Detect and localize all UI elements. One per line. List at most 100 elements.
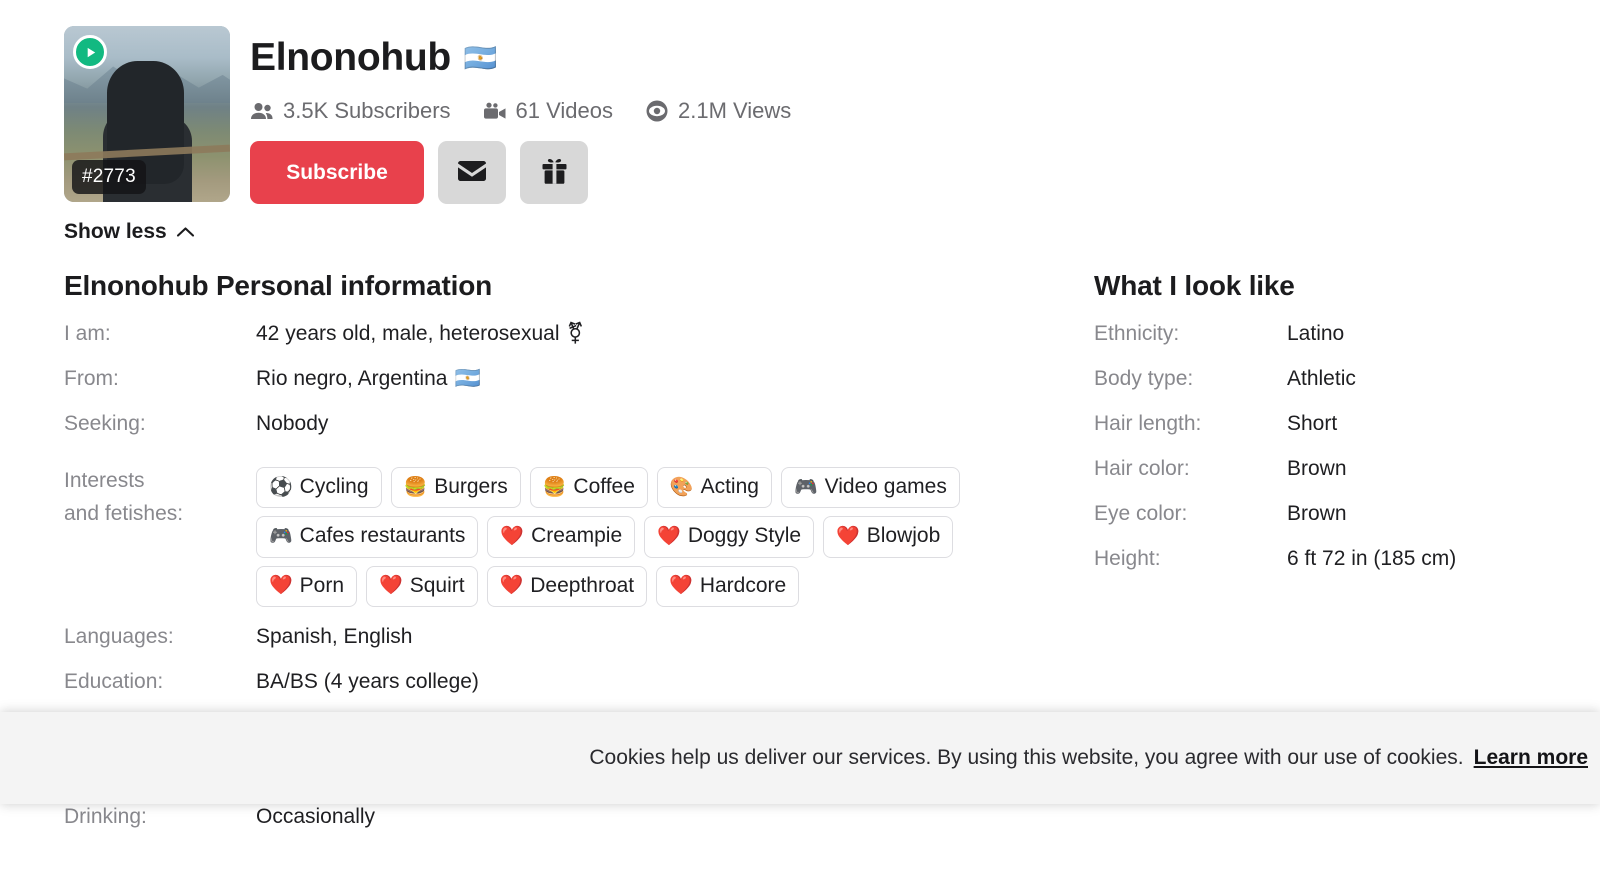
page-title: Elnonohub (250, 36, 451, 79)
interest-tag[interactable]: ⚽ Cycling (256, 467, 382, 509)
stat-videos: 61 Videos (483, 98, 613, 124)
info-row: Hair color: Brown (1094, 453, 1574, 498)
info-label: Height: (1094, 547, 1161, 570)
interest-tag[interactable]: 🍔 Coffee (529, 467, 648, 509)
info-row: Height: 6 ft 72 in (185 cm) (1094, 543, 1574, 588)
tag-label: Burgers (434, 475, 508, 498)
tag-label: Cycling (299, 475, 369, 498)
tag-emoji-icon: ❤️ (657, 525, 681, 547)
gift-icon (541, 158, 568, 188)
info-label: Education: (64, 669, 164, 693)
interest-tag[interactable]: 🍔 Burgers (390, 467, 521, 509)
tag-emoji-icon: 🎨 (669, 476, 694, 498)
interest-tag[interactable]: ❤️ Creampie (487, 516, 636, 558)
tag-emoji-icon: 🍔 (542, 476, 567, 498)
cookie-learn-more-link[interactable]: Learn more (1474, 746, 1588, 770)
interest-tag[interactable]: 🎮 Video games (780, 467, 960, 509)
tag-emoji-icon: 🍔 (403, 476, 428, 498)
tag-label: Hardcore (699, 573, 787, 597)
info-value: BA/BS (4 years college) (256, 669, 479, 693)
stat-subscribers: 3.5K Subscribers (250, 98, 451, 124)
tag-emoji-icon: ❤️ (500, 525, 525, 547)
channel-name-row: Elnonohub 🇦🇷 (250, 32, 791, 84)
tag-emoji-icon: 🎮 (793, 476, 818, 498)
tag-emoji-icon: ❤️ (269, 575, 293, 597)
avatar[interactable]: #2773 (64, 26, 230, 202)
profile-page: #2773 Elnonohub 🇦🇷 3.5K Subscribers 61 V… (0, 0, 1600, 880)
info-row: Hair length: Short (1094, 408, 1574, 453)
info-row-seeking: Seeking: Nobody (64, 408, 1054, 453)
info-value: Occasionally (256, 804, 376, 828)
info-row: Education: BA/BS (4 years college) (64, 666, 1054, 711)
tag-label: Cafes restaurants (299, 524, 466, 548)
info-row: Ethnicity: Latino (1094, 318, 1574, 363)
interest-tag[interactable]: ❤️ Squirt (366, 565, 478, 607)
tag-emoji-icon: ❤️ (379, 575, 403, 597)
gift-button[interactable] (520, 141, 588, 204)
info-label-line2: and fetishes: (64, 501, 184, 525)
tag-label: Video games (824, 475, 947, 498)
info-value: Brown (1287, 457, 1347, 480)
info-value: Nobody (256, 412, 329, 435)
info-row: Languages: Spanish, English (64, 621, 1054, 666)
videos-icon (483, 100, 507, 122)
tag-label: Squirt (409, 573, 465, 597)
stat-videos-label: 61 Videos (515, 98, 613, 123)
chevron-up-icon (176, 220, 195, 244)
interest-tag[interactable]: ❤️ Deepthroat (486, 565, 648, 607)
appearance-title: What I look like (1094, 270, 1295, 301)
tag-emoji-icon: ❤️ (669, 575, 693, 597)
action-row: Subscribe (250, 141, 791, 204)
message-button[interactable] (438, 141, 506, 204)
tag-label: Blowjob (866, 524, 941, 548)
info-value-text: 42 years old, male, heterosexual (256, 322, 560, 345)
stat-views-label: 2.1M Views (677, 98, 792, 123)
profile-header: #2773 Elnonohub 🇦🇷 3.5K Subscribers 61 V… (64, 26, 791, 204)
subscribers-icon (250, 100, 274, 122)
info-value: Latino (1287, 322, 1345, 345)
stats-row: 3.5K Subscribers 61 Videos 2.1M Views (250, 98, 791, 124)
interest-tag[interactable]: ❤️ Blowjob (823, 516, 954, 558)
info-row: Eye color: Brown (1094, 498, 1574, 543)
info-row: Body type: Athletic (1094, 363, 1574, 408)
info-value: Short (1287, 412, 1338, 435)
info-label: Eye color: (1094, 502, 1188, 525)
info-label-line1: Interests (64, 469, 145, 492)
interest-tag[interactable]: ❤️ Porn (256, 565, 358, 607)
rank-badge: #2773 (72, 160, 146, 194)
info-row-from: From: Rio negro, Argentina 🇦🇷 (64, 363, 1054, 408)
info-label: Ethnicity: (1094, 322, 1180, 345)
info-label: Seeking: (64, 412, 146, 435)
info-label: Body type: (1094, 367, 1194, 390)
views-icon (645, 100, 669, 122)
tag-emoji-icon: ⚽ (269, 476, 293, 498)
tag-label: Coffee (573, 475, 635, 498)
info-value: 6 ft 72 in (185 cm) (1287, 547, 1457, 570)
info-row-interests: Interests and fetishes: ⚽ Cycling 🍔 Burgers… (64, 465, 1054, 607)
interest-tag[interactable]: 🎮 Cafes restaurants (256, 516, 479, 558)
info-label: Languages: (64, 624, 174, 648)
info-value-text: Rio negro, Argentina (256, 367, 448, 390)
info-row-i-am: I am: 42 years old, male, heterosexual ⚧ (64, 318, 1054, 363)
tag-label: Deepthroat (530, 573, 635, 597)
interest-tag[interactable]: ❤️ Hardcore (656, 565, 800, 607)
tag-emoji-icon: 🎮 (269, 525, 293, 547)
subscribe-button[interactable]: Subscribe (250, 141, 424, 204)
info-value: Athletic (1287, 367, 1356, 390)
cookie-banner: Cookies help us deliver our services. By… (0, 712, 1600, 804)
cookie-banner-text: Cookies help us deliver our services. By… (589, 746, 1464, 769)
tag-label: Doggy Style (687, 524, 802, 548)
tag-label: Porn (299, 573, 345, 597)
stat-views: 2.1M Views (645, 98, 791, 124)
info-value: Rio negro, Argentina 🇦🇷 (256, 363, 481, 396)
interest-tag[interactable]: ❤️ Doggy Style (644, 516, 815, 558)
play-badge-icon[interactable] (73, 35, 107, 69)
show-less-toggle[interactable]: Show less (64, 220, 195, 244)
info-value: Spanish, English (256, 624, 413, 648)
info-label: I am: (64, 322, 111, 345)
interest-tag[interactable]: 🎨 Acting (656, 467, 772, 509)
info-label-interests: Interests and fetishes: (64, 465, 256, 530)
info-value: 42 years old, male, heterosexual ⚧ (256, 318, 584, 351)
tag-label: Acting (700, 475, 759, 498)
info-label: Drinking: (64, 804, 147, 828)
